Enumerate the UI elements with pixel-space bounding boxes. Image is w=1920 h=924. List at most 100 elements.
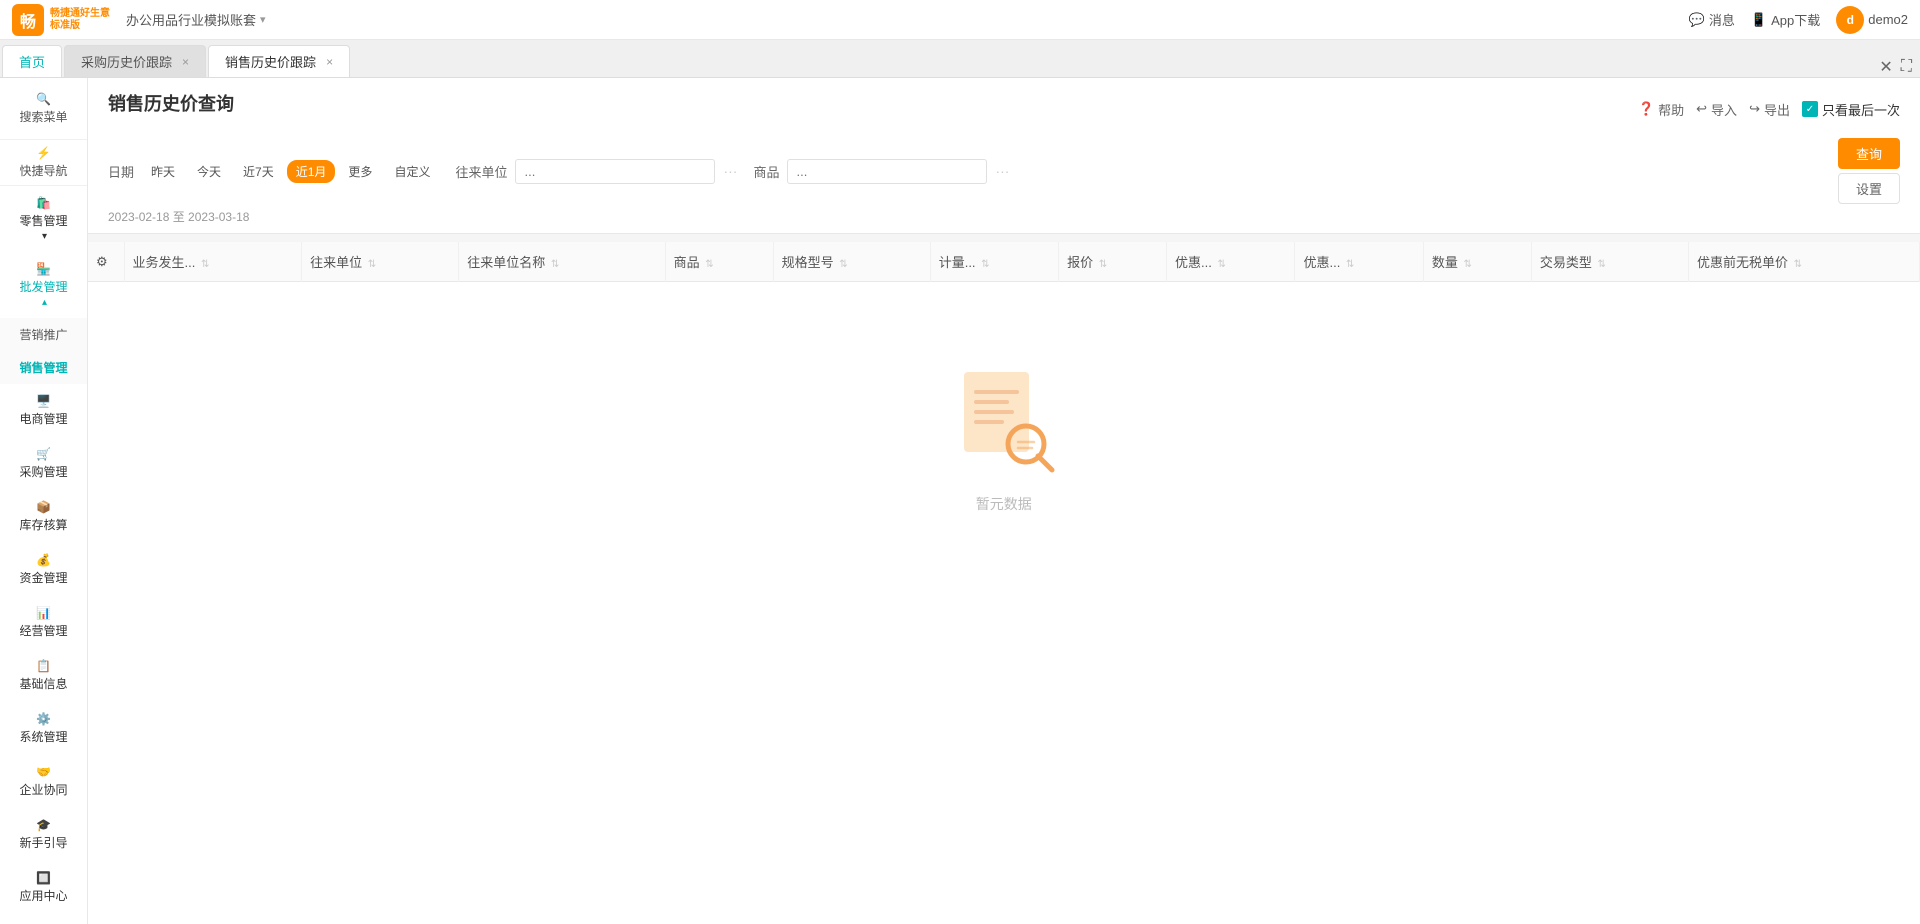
system-label: 系统管理 (19, 728, 67, 745)
tab-home-label: 首页 (19, 52, 45, 71)
date-btn-yesterday[interactable]: 昨天 (142, 160, 184, 183)
maximize-icon[interactable]: ⛶ (1901, 58, 1912, 76)
sidebar-item-guide[interactable]: 🎓 新手引导 (0, 808, 87, 861)
th-biz-date[interactable]: 业务发生... ⇅ (124, 242, 302, 282)
ecommerce-label: 电商管理 (19, 410, 67, 427)
guide-label: 新手引导 (19, 834, 67, 851)
only-last-checkbox-label[interactable]: ✓ 只看最后一次 (1802, 100, 1900, 119)
date-filter-group: 日期 昨天 今天 近7天 近1月 更多 自定义 (108, 160, 439, 183)
date-btn-more[interactable]: 更多 (339, 160, 381, 183)
app-download-btn[interactable]: 📱 App下载 (1751, 10, 1820, 29)
th-quantity[interactable]: 数量 ⇅ (1423, 242, 1531, 282)
date-btn-custom[interactable]: 自定义 (385, 160, 439, 183)
inventory-icon: 📦 (36, 500, 51, 514)
export-btn[interactable]: ↪ 导出 (1749, 100, 1790, 119)
sidebar-item-wholesale[interactable]: 🏪 批发管理 ▴ (0, 252, 87, 318)
sidebar-item-purchase[interactable]: 🛒 采购管理 (0, 437, 87, 490)
sort-discount1-icon: ⇅ (1218, 259, 1226, 270)
close-sales-tab-icon[interactable]: × (326, 55, 333, 69)
import-btn[interactable]: ↩ 导入 (1696, 100, 1737, 119)
th-quote[interactable]: 报价 ⇅ (1059, 242, 1167, 282)
table-header: ⚙ 业务发生... ⇅ 往来单位 ⇅ 往来单位名称 ⇅ 商品 ⇅ 规格型号 ⇅ … (88, 242, 1920, 282)
date-filter-label: 日期 (108, 162, 134, 181)
partner-filter-label: 往来单位 (455, 162, 507, 181)
sort-quote-icon: ⇅ (1099, 259, 1107, 270)
chevron-down-icon: ▴ (42, 297, 47, 308)
export-label: 导出 (1764, 100, 1790, 119)
message-icon: 💬 (1689, 12, 1705, 28)
query-button[interactable]: 查询 (1838, 138, 1900, 169)
sidebar-item-system[interactable]: ⚙️ 系统管理 (0, 702, 87, 755)
operations-label: 经营管理 (19, 622, 67, 639)
app-download-label: App下载 (1771, 10, 1820, 29)
sort-partner-name-icon: ⇅ (551, 259, 559, 270)
sidebar-item-marketing[interactable]: 营销推广 (0, 318, 87, 351)
th-trade-type[interactable]: 交易类型 ⇅ (1531, 242, 1688, 282)
sort-unit-icon: ⇅ (981, 259, 989, 270)
th-discount1[interactable]: 优惠... ⇅ (1167, 242, 1295, 282)
basics-label: 基础信息 (19, 675, 67, 692)
search-menu-btn[interactable]: 🔍 搜索菜单 (6, 86, 81, 131)
export-icon: ↪ (1749, 101, 1760, 117)
product-filter-group: 商品 ··· (753, 159, 1009, 184)
close-purchase-tab-icon[interactable]: × (182, 55, 189, 69)
table-wrapper: ⚙ 业务发生... ⇅ 往来单位 ⇅ 往来单位名称 ⇅ 商品 ⇅ 规格型号 ⇅ … (88, 242, 1920, 924)
product-input[interactable] (787, 159, 987, 184)
date-btn-today[interactable]: 今天 (188, 160, 230, 183)
main-layout: 🔍 搜索菜单 ⚡ 快捷导航 🛍️ 零售管理 ▾ 🏪 批发管理 ▴ 营销推广 销售… (0, 78, 1920, 924)
sidebar-item-operations[interactable]: 📊 经营管理 (0, 596, 87, 649)
sidebar-item-basics[interactable]: 📋 基础信息 (0, 649, 87, 702)
logo-text: 畅捷通好生意 标准版 (50, 8, 110, 32)
sidebar-item-appstore[interactable]: 🔲 应用中心 (0, 861, 87, 914)
search-menu-label: 搜索菜单 (19, 108, 67, 125)
tab-home[interactable]: 首页 (2, 45, 62, 77)
partner-input[interactable] (515, 159, 715, 184)
sidebar-item-wechat[interactable]: 💬 企业微信 (0, 914, 87, 924)
settings-button[interactable]: 设置 (1838, 173, 1900, 204)
marketing-label: 营销推广 (19, 328, 67, 342)
tab-purchase-history[interactable]: 采购历史价跟踪 × (64, 45, 206, 77)
sort-pre-tax-price-icon: ⇅ (1794, 259, 1802, 270)
basics-icon: 📋 (36, 659, 51, 673)
th-unit[interactable]: 计量... ⇅ (930, 242, 1058, 282)
tab-sales-history[interactable]: 销售历史价跟踪 × (208, 45, 350, 77)
wholesale-icon: 🏪 (36, 262, 51, 276)
cooperation-label: 企业协同 (19, 781, 67, 798)
logo-icon: 畅 (12, 4, 44, 36)
product-input-dots: ··· (995, 163, 1009, 179)
th-discount2[interactable]: 优惠... ⇅ (1295, 242, 1423, 282)
th-partner-name[interactable]: 往来单位名称 ⇅ (459, 242, 665, 282)
sidebar-item-ecommerce[interactable]: 🖥️ 电商管理 (0, 384, 87, 437)
empty-state: 暂元数据 (88, 282, 1920, 594)
account-dropdown[interactable]: 办公用品行业模拟账套 ▾ (126, 10, 1689, 29)
partner-input-dots: ··· (723, 163, 737, 179)
help-btn[interactable]: ❓ 帮助 (1638, 100, 1684, 119)
sort-spec-icon: ⇅ (839, 259, 847, 270)
date-btn-1month[interactable]: 近1月 (287, 160, 336, 183)
date-btn-7days[interactable]: 近7天 (234, 160, 283, 183)
avatar: d (1836, 6, 1864, 34)
message-btn[interactable]: 💬 消息 (1689, 10, 1735, 29)
th-partner-code[interactable]: 往来单位 ⇅ (302, 242, 459, 282)
close-all-tabs-icon[interactable]: ✕ (1879, 57, 1892, 77)
th-pre-tax-price[interactable]: 优惠前无税单价 ⇅ (1688, 242, 1919, 282)
logo: 畅 畅捷通好生意 标准版 (12, 4, 110, 36)
sidebar-item-retail[interactable]: 🛍️ 零售管理 ▾ (0, 186, 87, 252)
th-spec[interactable]: 规格型号 ⇅ (773, 242, 930, 282)
content-area: 销售历史价查询 ❓ 帮助 ↩ 导入 ↪ 导出 ✓ (88, 78, 1920, 924)
import-icon: ↩ (1696, 101, 1707, 117)
date-range-display: 2023-02-18 至 2023-03-18 (108, 208, 1900, 233)
sidebar-item-quicknav[interactable]: ⚡ 快捷导航 (0, 140, 87, 186)
finance-label: 资金管理 (19, 569, 67, 586)
retail-icon: 🛍️ (36, 196, 51, 210)
th-gear[interactable]: ⚙ (88, 242, 124, 282)
tab-purchase-label: 采购历史价跟踪 (81, 52, 172, 71)
user-avatar-btn[interactable]: d demo2 (1836, 6, 1908, 34)
only-last-checkbox[interactable]: ✓ (1802, 101, 1818, 117)
quicknav-label: 快捷导航 (19, 162, 67, 179)
sidebar-item-inventory[interactable]: 📦 库存核算 (0, 490, 87, 543)
sidebar-item-cooperation[interactable]: 🤝 企业协同 (0, 755, 87, 808)
th-product[interactable]: 商品 ⇅ (665, 242, 773, 282)
sidebar-item-finance[interactable]: 💰 资金管理 (0, 543, 87, 596)
sidebar-item-sales-mgmt[interactable]: 销售管理 (0, 351, 87, 384)
